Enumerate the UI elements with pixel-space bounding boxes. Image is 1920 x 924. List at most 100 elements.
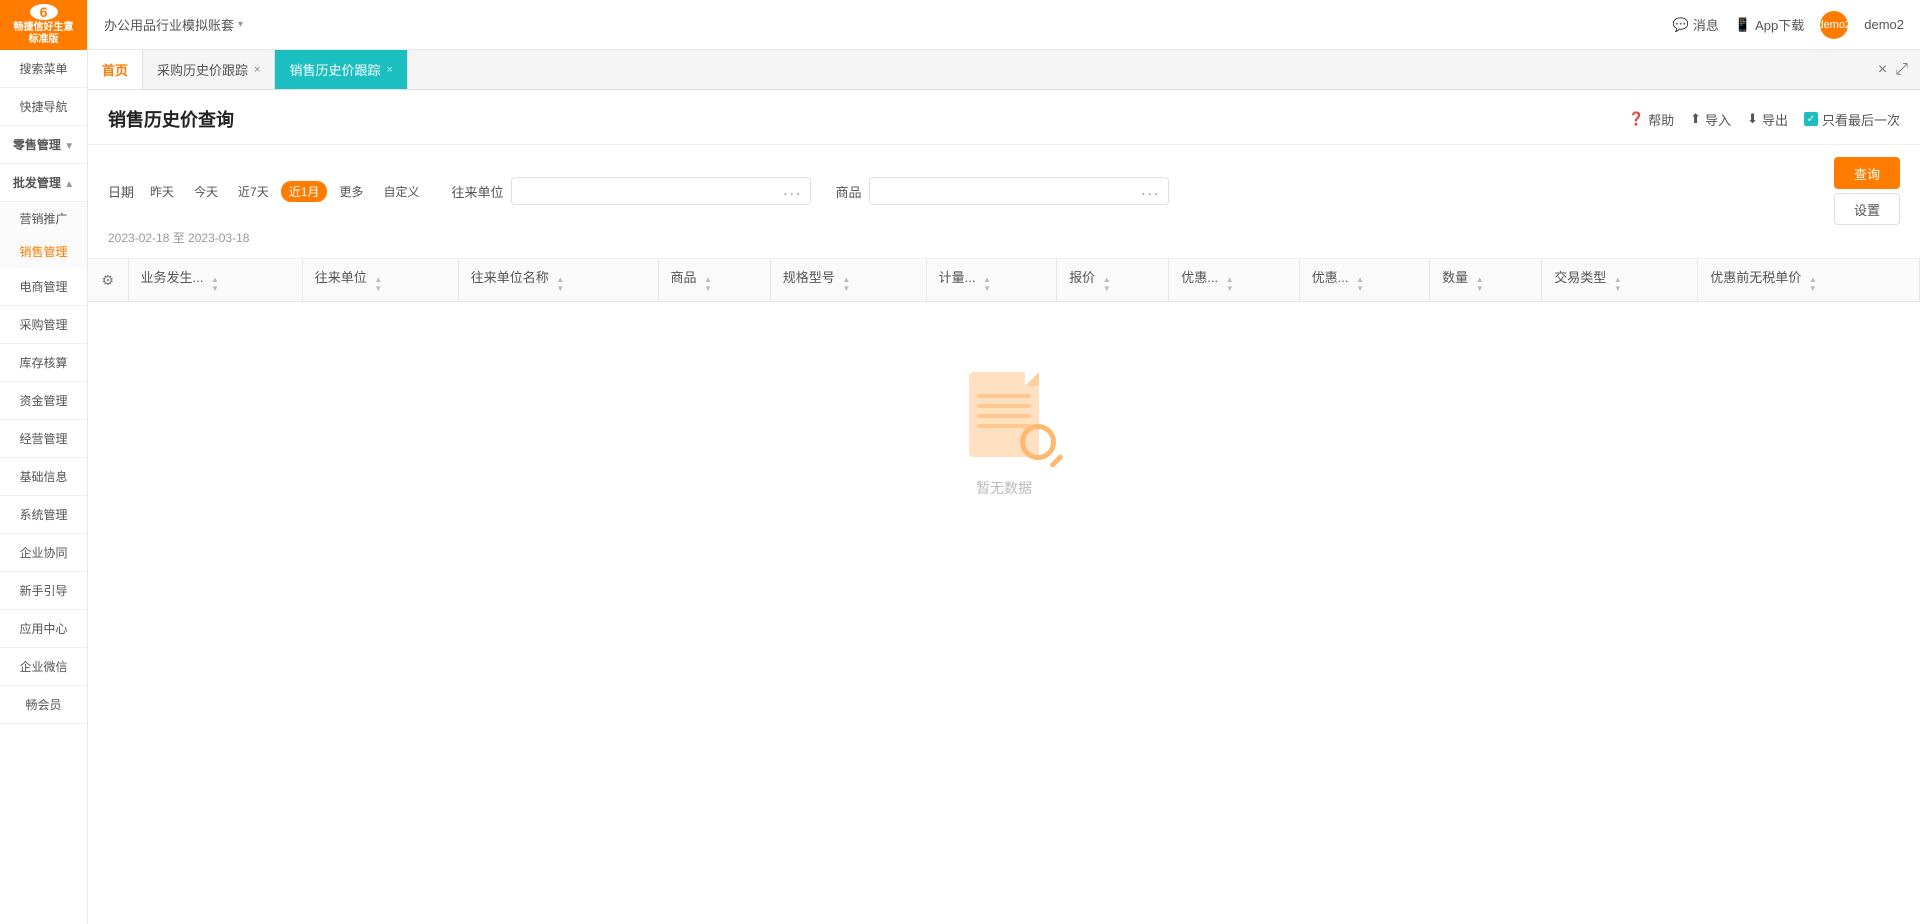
page-header: 销售历史价查询 ❓ 帮助 ⬆ 导入 ⬇ 导出 ✓ 只看最后一次: [88, 90, 1920, 145]
col-quoted-price[interactable]: 报价 ▲▼: [1057, 259, 1169, 302]
col-discount1[interactable]: 优惠... ▲▼: [1169, 259, 1299, 302]
close-window-icon[interactable]: ×: [1878, 61, 1887, 79]
query-button[interactable]: 查询: [1834, 157, 1900, 189]
sidebar-item-wholesale-mgmt[interactable]: 批发管理 ▲: [0, 164, 87, 202]
app-selector[interactable]: 办公用品行业模拟账套 ▾: [104, 15, 243, 34]
sort-arrows-partner-name[interactable]: ▲▼: [556, 276, 564, 293]
sidebar-item-purchase[interactable]: 采购管理: [0, 306, 87, 344]
app-download-btn[interactable]: 📱 App下载: [1735, 15, 1804, 34]
date-btn-last7[interactable]: 近7天: [230, 181, 277, 202]
sidebar-item-sys-settings[interactable]: 系统管理: [0, 496, 87, 534]
sidebar-item-enterprise-wechat[interactable]: 企业微信: [0, 648, 87, 686]
sidebar-item-marketing[interactable]: 营销推广: [0, 202, 87, 235]
doc-line-2: [977, 404, 1031, 408]
topbar-left: 办公用品行业模拟账套 ▾: [104, 15, 243, 34]
data-table: ⚙ 业务发生... ▲▼ 往来单位 ▲▼ 往来单位名称 ▲▼: [88, 259, 1920, 302]
sidebar-menu: 搜索菜单 快捷导航 零售管理 ▼ 批发管理 ▲ 营销推广 销售管理 电商管理 采…: [0, 50, 87, 924]
tab-sales-history[interactable]: 销售历史价跟踪 ×: [275, 50, 407, 89]
import-btn[interactable]: ⬆ 导入: [1690, 110, 1731, 129]
sidebar-item-new-guide[interactable]: 新手引导: [0, 572, 87, 610]
settings-button[interactable]: 设置: [1834, 193, 1900, 225]
product-label: 商品: [835, 182, 861, 201]
col-quantity[interactable]: 数量 ▲▼: [1430, 259, 1542, 302]
message-btn[interactable]: 💬 消息: [1673, 15, 1719, 34]
show-last-checkbox-label[interactable]: ✓ 只看最后一次: [1804, 110, 1900, 129]
sort-arrows-quoted-price[interactable]: ▲▼: [1103, 276, 1111, 293]
doc-line-3: [977, 414, 1031, 418]
date-btn-last1month[interactable]: 近1月: [281, 181, 328, 202]
doc-lines: [977, 394, 1031, 434]
sidebar-item-sales-mgmt[interactable]: 销售管理: [0, 235, 87, 268]
col-pre-discount-price[interactable]: 优惠前无税单价 ▲▼: [1698, 259, 1920, 302]
sort-arrows-product[interactable]: ▲▼: [704, 276, 712, 293]
sidebar-item-finance[interactable]: 资金管理: [0, 382, 87, 420]
sort-arrows-unit[interactable]: ▲▼: [983, 276, 991, 293]
export-icon: ⬇: [1747, 111, 1758, 127]
partner-dots-icon: ...: [783, 182, 802, 200]
date-btn-today[interactable]: 今天: [186, 181, 226, 202]
sidebar-item-search-menu[interactable]: 搜索菜单: [0, 50, 87, 88]
checkbox-checked-icon: ✓: [1804, 112, 1818, 126]
content: 销售历史价查询 ❓ 帮助 ⬆ 导入 ⬇ 导出 ✓ 只看最后一次: [88, 90, 1920, 924]
gear-icon[interactable]: ⚙: [101, 272, 114, 288]
product-filter-group: 商品 ...: [835, 177, 1169, 205]
partner-filter-group: 往来单位 ...: [451, 177, 811, 205]
col-unit[interactable]: 计量... ▲▼: [926, 259, 1056, 302]
date-btn-yesterday[interactable]: 昨天: [142, 181, 182, 202]
topbar: 办公用品行业模拟账套 ▾ 💬 消息 📱 App下载 demo2 demo2: [88, 0, 1920, 50]
message-icon: 💬: [1673, 17, 1689, 33]
col-spec[interactable]: 规格型号 ▲▼: [770, 259, 926, 302]
tab-purchase-history[interactable]: 采购历史价跟踪 ×: [143, 50, 275, 89]
col-partner-code[interactable]: 往来单位 ▲▼: [302, 259, 458, 302]
sort-arrows-quantity[interactable]: ▲▼: [1476, 276, 1484, 293]
col-biz-date[interactable]: 业务发生... ▲▼: [128, 259, 302, 302]
date-btn-more[interactable]: 更多: [331, 181, 371, 202]
sidebar-item-member[interactable]: 畅会员: [0, 686, 87, 724]
col-product[interactable]: 商品 ▲▼: [658, 259, 770, 302]
table-container: ⚙ 业务发生... ▲▼ 往来单位 ▲▼ 往来单位名称 ▲▼: [88, 259, 1920, 924]
col-trade-type[interactable]: 交易类型 ▲▼: [1542, 259, 1698, 302]
col-discount2[interactable]: 优惠... ▲▼: [1299, 259, 1429, 302]
sidebar-item-ecommerce[interactable]: 电商管理: [0, 268, 87, 306]
export-btn[interactable]: ⬇ 导出: [1747, 110, 1788, 129]
page-actions: ❓ 帮助 ⬆ 导入 ⬇ 导出 ✓ 只看最后一次: [1628, 110, 1900, 129]
avatar[interactable]: demo2: [1820, 11, 1848, 39]
sort-arrows-biz-date[interactable]: ▲▼: [211, 276, 219, 293]
maximize-icon[interactable]: ⤢: [1895, 61, 1908, 79]
product-input[interactable]: ...: [869, 177, 1169, 205]
partner-input[interactable]: ...: [511, 177, 811, 205]
sidebar-item-retail-mgmt[interactable]: 零售管理 ▼: [0, 126, 87, 164]
sort-arrows-trade-type[interactable]: ▲▼: [1614, 276, 1622, 293]
tab-home[interactable]: 首页: [88, 50, 143, 89]
help-icon: ❓: [1628, 111, 1644, 127]
col-settings[interactable]: ⚙: [88, 259, 128, 302]
sort-arrows-partner-code[interactable]: ▲▼: [374, 276, 382, 293]
date-range-text: 2023-02-18 至 2023-03-18: [108, 229, 249, 246]
sort-arrows-pre-discount-price[interactable]: ▲▼: [1809, 276, 1817, 293]
table-header-row: ⚙ 业务发生... ▲▼ 往来单位 ▲▼ 往来单位名称 ▲▼: [88, 259, 1920, 302]
sidebar-item-enterprise-collab[interactable]: 企业协同: [0, 534, 87, 572]
sort-arrows-discount2[interactable]: ▲▼: [1356, 276, 1364, 293]
username: demo2: [1864, 17, 1904, 32]
logo: 6 畅捷信好生意 标准版: [0, 0, 87, 50]
date-btn-custom[interactable]: 自定义: [375, 181, 427, 202]
sort-arrows-spec[interactable]: ▲▼: [842, 276, 850, 293]
help-btn[interactable]: ❓ 帮助: [1628, 110, 1674, 129]
sidebar-item-app-center[interactable]: 应用中心: [0, 610, 87, 648]
filter-second-row: 2023-02-18 至 2023-03-18: [108, 229, 1900, 246]
sidebar-item-operations[interactable]: 经营管理: [0, 420, 87, 458]
close-sales-history-icon[interactable]: ×: [386, 64, 392, 76]
sidebar-item-inventory[interactable]: 库存核算: [0, 344, 87, 382]
doc-line-4: [977, 424, 1031, 428]
col-partner-name[interactable]: 往来单位名称 ▲▼: [458, 259, 658, 302]
logo-text: 畅捷信好生意 标准版: [14, 22, 74, 46]
sidebar-item-basic-info[interactable]: 基础信息: [0, 458, 87, 496]
sidebar: 6 畅捷信好生意 标准版 搜索菜单 快捷导航 零售管理 ▼ 批发管理 ▲ 营销推…: [0, 0, 88, 924]
filter-row: 日期 昨天 今天 近7天 近1月 更多 自定义 往来单位 ...: [108, 157, 1900, 225]
sidebar-item-quick-nav[interactable]: 快捷导航: [0, 88, 87, 126]
table-header: ⚙ 业务发生... ▲▼ 往来单位 ▲▼ 往来单位名称 ▲▼: [88, 259, 1920, 302]
sort-arrows-discount1[interactable]: ▲▼: [1226, 276, 1234, 293]
close-purchase-history-icon[interactable]: ×: [254, 64, 260, 76]
date-filter-group: 日期 昨天 今天 近7天 近1月 更多 自定义: [108, 181, 427, 202]
empty-text: 暂无数据: [976, 478, 1032, 498]
